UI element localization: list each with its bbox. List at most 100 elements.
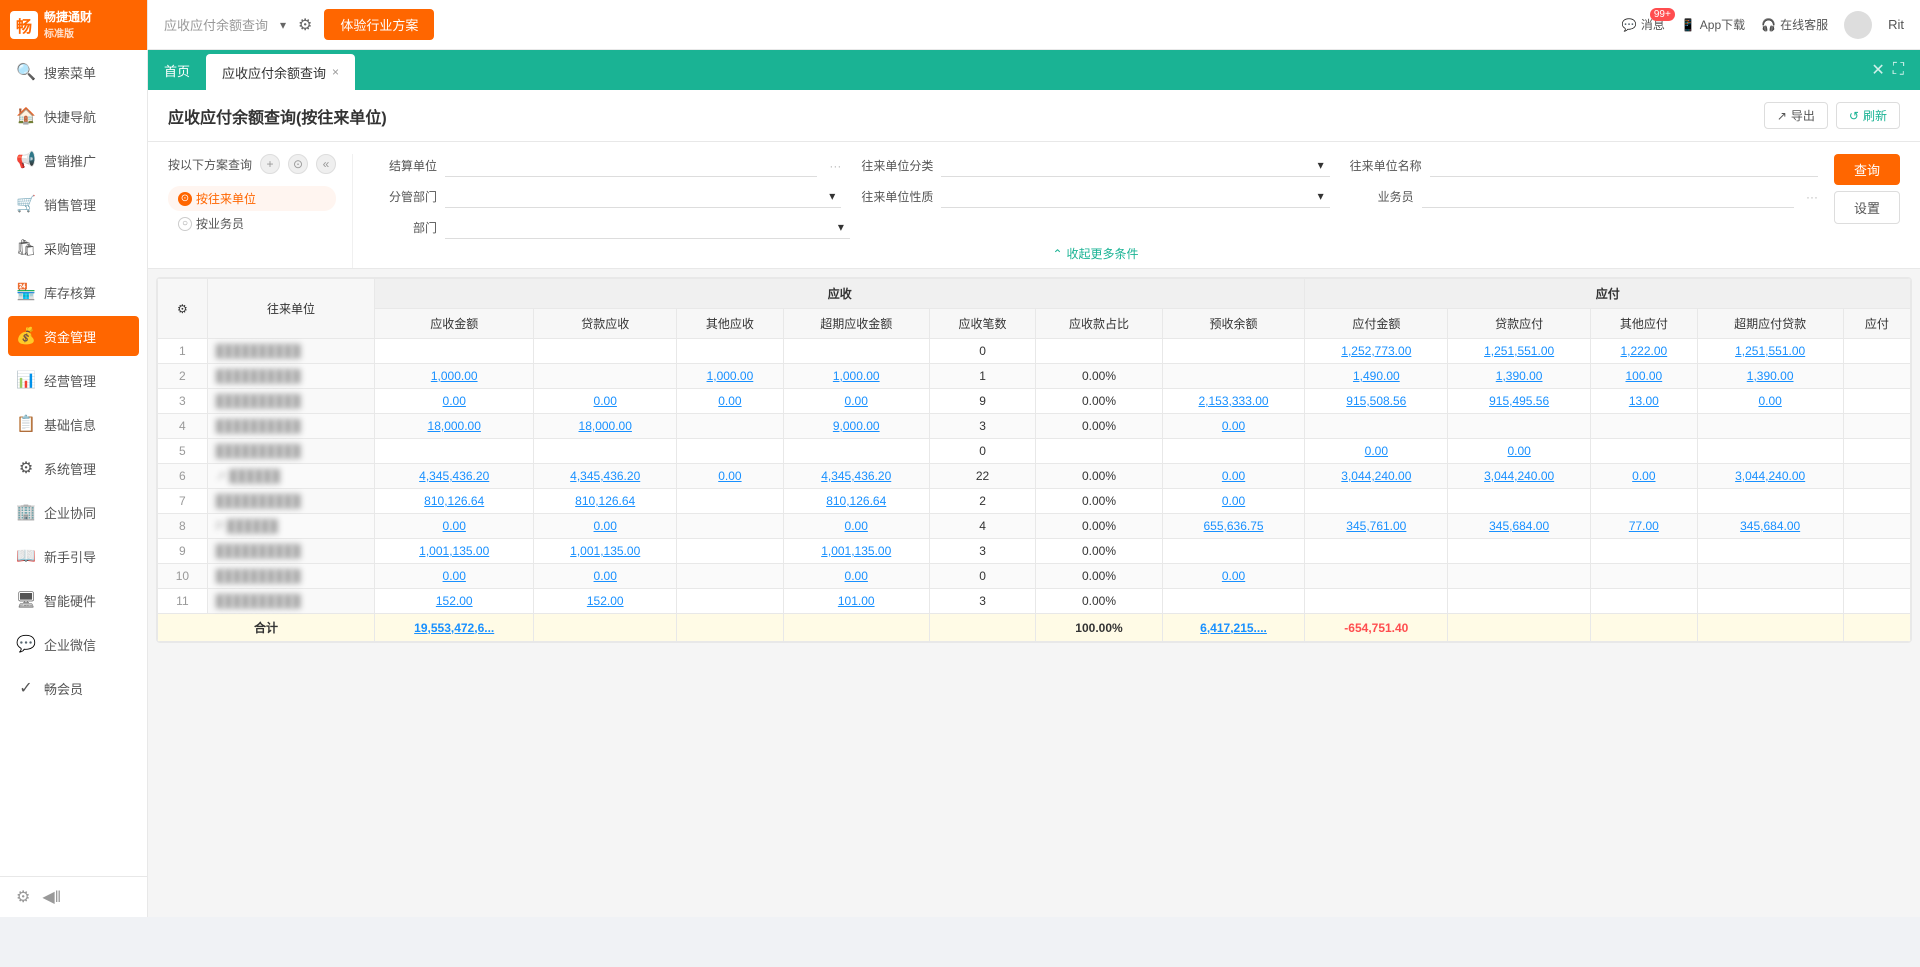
collapse-scheme-btn[interactable]: « [316,154,336,174]
th-payable-group: 应付 [1305,279,1911,309]
footer-ar-overdue [783,614,929,642]
add-scheme-btn[interactable]: + [260,154,280,174]
marketing-icon: 📢 [16,150,36,170]
footer-ar-other [677,614,784,642]
th-ar-other: 其他应收 [677,309,784,339]
sidebar-item-system[interactable]: ⚙ 系统管理 [0,446,147,490]
sidebar-item-purchase[interactable]: 🛍 采购管理 [0,226,147,270]
finance-icon: 💰 [16,326,36,346]
sidebar-item-quicknav[interactable]: 🏠 快捷导航 [0,94,147,138]
settlement-unit-input[interactable] [445,154,817,177]
partner-nature-select[interactable]: ▾ [941,185,1329,208]
th-ap-amount: 应付金额 [1305,309,1448,339]
trial-button[interactable]: 体验行业方案 [324,9,434,40]
query-button[interactable]: 查询 [1834,154,1900,185]
th-partner: 往来单位 [207,279,374,339]
salesperson-input[interactable] [1422,185,1794,208]
partner-name-input[interactable] [1430,154,1818,177]
sidebar-item-search[interactable]: 🔍 搜索菜单 [0,50,147,94]
sidebar: 畅 畅捷通财 标准版 🔍 搜索菜单 🏠 快捷导航 📢 营销推广 🛒 销售管理 🛍… [0,0,148,917]
settings-footer-icon[interactable]: ⚙ [16,887,30,907]
sidebar-item-finance[interactable]: 💰 资金管理 [8,316,139,356]
user-avatar[interactable] [1844,11,1872,39]
tab-home-label: 首页 [164,61,190,80]
table-footer-row: 合计 19,553,472,6... 100.00% 6,417,215....… [158,614,1911,642]
th-prepay: 预收余额 [1162,309,1305,339]
collapse-filters-btn[interactable]: ⌃ 收起更多条件 [373,239,1818,268]
table-row: 8P ██████0.000.000.0040.00%655,636.75345… [158,514,1911,539]
header-app-download[interactable]: 📱 App下载 [1681,16,1745,33]
collapse-icon[interactable]: ◀‖ [42,887,61,907]
salesperson-dots-btn[interactable]: ··· [1806,190,1818,204]
footer-label: 合计 [158,614,375,642]
page-header: 应收应付余额查询(按往来单位) ↗ 导出 ↺ 刷新 [148,90,1920,142]
guide-icon: 📖 [16,546,36,566]
refresh-button[interactable]: ↺ 刷新 [1836,102,1900,129]
sidebar-item-wechat[interactable]: 💬 企业微信 [0,622,147,666]
th-ap-overdue: 超期应付贷款 [1697,309,1843,339]
table-row: 2██████████1,000.001,000.001,000.0010.00… [158,364,1911,389]
sidebar-item-guide[interactable]: 📖 新手引导 [0,534,147,578]
th-ar-amount: 应收金额 [375,309,534,339]
table-row: 4██████████18,000.0018,000.009,000.0030.… [158,414,1911,439]
sidebar-item-marketing[interactable]: 📢 营销推广 [0,138,147,182]
table-container[interactable]: ⚙ 往来单位 应收 应付 应收金额 贷款应收 其他应收 超期应收金额 应收笔数 … [157,278,1911,642]
header-online-service[interactable]: 🎧 在线客服 [1761,16,1828,33]
footer-prepay[interactable]: 6,417,215.... [1162,614,1305,642]
sidebar-item-operations[interactable]: 📊 经营管理 [0,358,147,402]
home-icon: 🏠 [16,106,36,126]
filter-grid-row2: 分管部门 ▾ 往来单位性质 ▾ 业务员 [373,185,1818,208]
app-logo-icon: 畅 [10,11,38,39]
header-breadcrumb: 应收应付余额查询 [164,15,268,34]
filter-field-partner-name: 往来单位名称 [1350,154,1818,177]
th-ar-overdue: 超期应收金额 [783,309,929,339]
tab-home[interactable]: 首页 [148,50,206,90]
data-table-area: ⚙ 往来单位 应收 应付 应收金额 贷款应收 其他应收 超期应收金额 应收笔数 … [156,277,1912,643]
filter-field-division: 部门 ▾ [373,216,850,239]
scheme-by-salesperson[interactable]: ○ 按业务员 [168,211,336,236]
sidebar-item-basic[interactable]: 📋 基础信息 [0,402,147,446]
settings-button[interactable]: 设置 [1834,191,1900,224]
tab-ar-query[interactable]: 应收应付余额查询 × [206,54,355,90]
footer-ar-amount[interactable]: 19,553,472,6... [375,614,534,642]
scheme-salesperson-dot: ○ [178,217,192,231]
sidebar-item-member[interactable]: ✓ 畅会员 [0,666,147,710]
edit-scheme-btn[interactable]: ⊙ [288,154,308,174]
enterprise-icon: 🏢 [16,502,36,522]
sidebar-item-inventory[interactable]: 🏪 库存核算 [0,270,147,314]
export-button[interactable]: ↗ 导出 [1764,102,1828,129]
scheme-by-partner[interactable]: ⊙ 按往来单位 [168,186,336,211]
filter-grid-row1: 结算单位 ··· 往来单位分类 ▾ 往来单位名称 [373,154,1818,177]
partner-category-select[interactable]: ▾ [941,154,1329,177]
filter-grid-row3: 部门 ▾ [373,216,1818,239]
footer-ar-count [929,614,1036,642]
tab-bar: 首页 应收应付余额查询 × ✕ ⛶ [148,50,1920,90]
tab-fullscreen-icon[interactable]: ⛶ [1893,61,1904,79]
main-area: 首页 应收应付余额查询 × ✕ ⛶ 应收应付余额查询(按往来单位) ↗ 导出 ↺… [148,50,1920,917]
header-message[interactable]: 💬 消息 99+ [1622,16,1665,33]
search-icon: 🔍 [16,62,36,82]
tab-close-icon[interactable]: × [332,65,339,79]
page-title: 应收应付余额查询(按往来单位) [168,104,387,128]
table-row: 11██████████152.00152.00101.0030.00% [158,589,1911,614]
footer-ap-other [1591,614,1698,642]
footer-ap-loan [1448,614,1591,642]
division-select[interactable]: ▾ [445,216,850,239]
tab-close-all-icon[interactable]: ✕ [1871,60,1884,80]
tab-ar-query-label: 应收应付余额查询 [222,63,326,82]
filter-scheme-panel: 按以下方案查询 + ⊙ « ⊙ 按往来单位 ○ 按业务员 [168,154,353,268]
sidebar-item-hardware[interactable]: 🖥 智能硬件 [0,578,147,622]
sidebar-logo: 畅 畅捷通财 标准版 [0,0,147,50]
header-gear-icon[interactable]: ⚙ [298,15,312,35]
sidebar-item-enterprise[interactable]: 🏢 企业协同 [0,490,147,534]
table-row: 1██████████01,252,773.001,251,551.001,22… [158,339,1911,364]
th-gear[interactable]: ⚙ [158,279,208,339]
header-dropdown-icon[interactable]: ▾ [280,18,286,32]
dept-select[interactable]: ▾ [445,185,841,208]
filter-field-dept: 分管部门 ▾ [373,185,841,208]
sidebar-item-sales[interactable]: 🛒 销售管理 [0,182,147,226]
table-row: 7██████████810,126.64810,126.64810,126.6… [158,489,1911,514]
header-right-area: 💬 消息 99+ 📱 App下载 🎧 在线客服 Rit [1622,11,1904,39]
settlement-dots-btn[interactable]: ··· [829,159,841,173]
table-gear-icon[interactable]: ⚙ [177,302,188,316]
